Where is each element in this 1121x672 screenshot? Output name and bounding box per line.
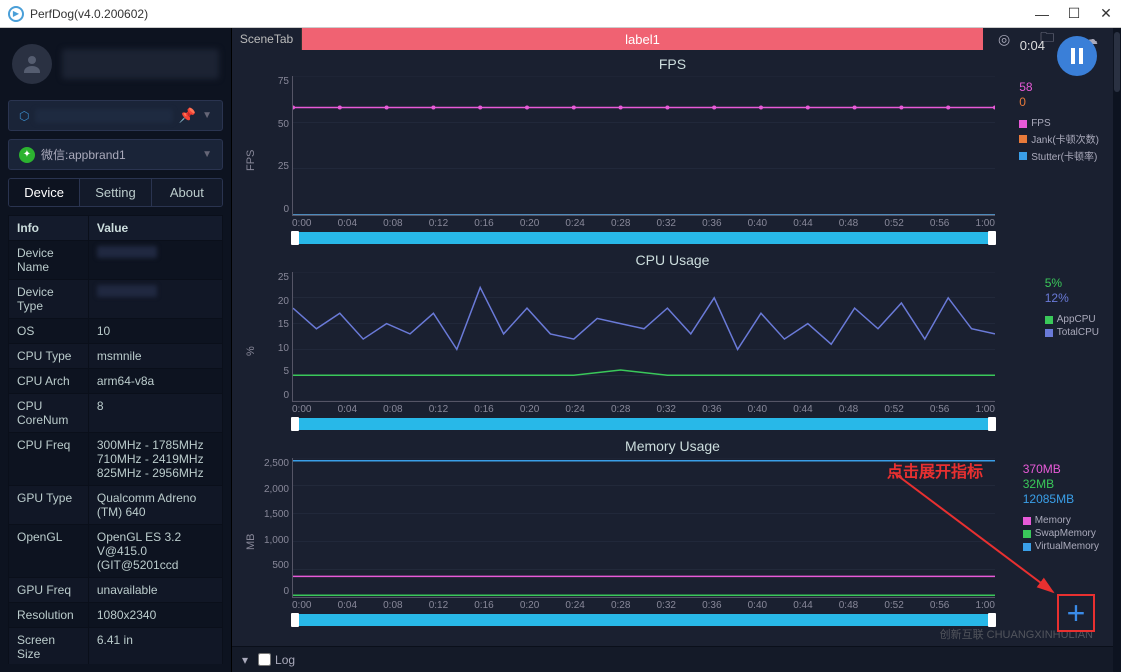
info-key: Screen Size [9,628,89,665]
x-axis-ticks: 0:000:040:080:120:160:200:240:280:320:36… [292,402,995,415]
plot-area[interactable]: 2520151050 [292,272,995,402]
info-key: CPU Arch [9,369,89,394]
info-value: unavailable [88,578,222,603]
info-value: 6.41 in [88,628,222,665]
value-header: Value [88,216,222,241]
y-axis-label: MB [240,458,262,626]
info-value: OpenGL ES 3.2 V@415.0 (GIT@5201ccd [88,525,222,578]
username-redacted [62,49,219,79]
app-selector[interactable]: ✦ 微信:appbrand1 ▼ [8,139,223,170]
tab-device[interactable]: Device [9,179,79,206]
y-axis-ticks: 7550250 [263,76,289,215]
info-value: 10 [88,319,222,344]
wechat-icon: ✦ [19,147,35,163]
minimize-button[interactable]: — [1035,7,1049,21]
charts-area: FPS FPS 7550250 0:000:040:080:120:160:20… [232,50,1113,646]
device-selector[interactable]: ⬡ 📌 ▼ [8,100,223,131]
info-key: Device Type [9,280,89,319]
y-axis-ticks: 2520151050 [263,272,289,401]
chart-legend: 5%12%AppCPUTotalCPU [1045,276,1099,338]
info-key: GPU Type [9,486,89,525]
info-key: CPU Freq [9,433,89,486]
info-value: Qualcomm Adreno (TM) 640 [88,486,222,525]
plot-area[interactable]: 7550250 [292,76,995,216]
location-icon[interactable]: ◎ [998,31,1010,48]
scene-bar: SceneTab label1 ◎ 🗀 ☁ [232,28,1113,50]
info-value: msmnile [88,344,222,369]
info-key: GPU Freq [9,578,89,603]
y-axis-ticks: 2,5002,0001,5001,0005000 [263,458,289,597]
caret-down-icon[interactable]: ▾ [242,653,248,667]
scene-label[interactable]: label1 [302,28,983,50]
expand-metrics-button[interactable]: + [1057,594,1095,632]
chart-title: CPU Usage [240,250,1105,272]
device-info-table: InfoValue Device NameDevice TypeOS10CPU … [8,215,223,664]
sidebar: ⬡ 📌 ▼ ✦ 微信:appbrand1 ▼ Device Setting Ab… [0,28,232,672]
sidebar-tabs: Device Setting About [8,178,223,207]
close-button[interactable]: ✕ [1099,7,1113,21]
x-axis-ticks: 0:000:040:080:120:160:200:240:280:320:36… [292,598,995,611]
pause-button[interactable] [1057,36,1097,76]
tab-about[interactable]: About [151,179,222,206]
android-icon: ⬡ [19,109,29,123]
info-value [88,241,222,280]
app-selector-label: 微信:appbrand1 [41,146,126,163]
chart-title: FPS [240,54,1105,76]
time-slider[interactable] [292,418,995,430]
annotation-text: 点击展开指标 [887,458,983,482]
info-key: OS [9,319,89,344]
scrollbar-right[interactable] [1113,28,1121,672]
info-key: Device Name [9,241,89,280]
info-value: 300MHz - 1785MHz710MHz - 2419MHz825MHz -… [88,433,222,486]
info-key: Resolution [9,603,89,628]
info-value [88,280,222,319]
time-slider[interactable] [292,614,995,626]
chart-legend: 580FPSJank(卡顿次数)Stutter(卡顿率) [1019,80,1099,163]
info-key: OpenGL [9,525,89,578]
avatar-icon [12,44,52,84]
bottom-bar: ▾ Log [232,646,1113,672]
info-value: 1080x2340 [88,603,222,628]
info-key: CPU Type [9,344,89,369]
log-checkbox[interactable]: Log [258,653,295,667]
info-value: arm64-v8a [88,369,222,394]
x-axis-ticks: 0:000:040:080:120:160:200:240:280:320:36… [292,216,995,229]
info-value: 8 [88,394,222,433]
time-slider[interactable] [292,232,995,244]
chevron-down-icon: ▼ [202,149,212,160]
chart-cpu-usage: CPU Usage % 2520151050 0:000:040:080:120… [240,250,1105,430]
app-logo-icon [8,6,24,22]
chart-fps: FPS FPS 7550250 0:000:040:080:120:160:20… [240,54,1105,244]
info-header: Info [9,216,89,241]
maximize-button[interactable]: ☐ [1067,7,1081,21]
plus-icon: + [1067,597,1086,629]
user-profile[interactable] [8,36,223,92]
info-key: CPU CoreNum [9,394,89,433]
device-name-redacted [35,109,172,123]
y-axis-label: % [240,272,262,430]
y-axis-label: FPS [240,76,262,244]
tab-setting[interactable]: Setting [79,179,150,206]
window-title: PerfDog(v4.0.200602) [30,7,148,21]
pin-icon[interactable]: 📌 [179,107,196,124]
main-panel: SceneTab label1 ◎ 🗀 ☁ 0:04 FPS FPS 75502… [232,28,1113,672]
chart-legend: 370MB32MB12085MBMemorySwapMemoryVirtualM… [1023,462,1099,552]
scene-tab[interactable]: SceneTab [232,28,302,50]
chevron-down-icon: ▼ [202,110,212,121]
chart-title: Memory Usage [240,436,1105,458]
window-titlebar: PerfDog(v4.0.200602) — ☐ ✕ [0,0,1121,28]
elapsed-timer: 0:04 [1020,38,1045,53]
